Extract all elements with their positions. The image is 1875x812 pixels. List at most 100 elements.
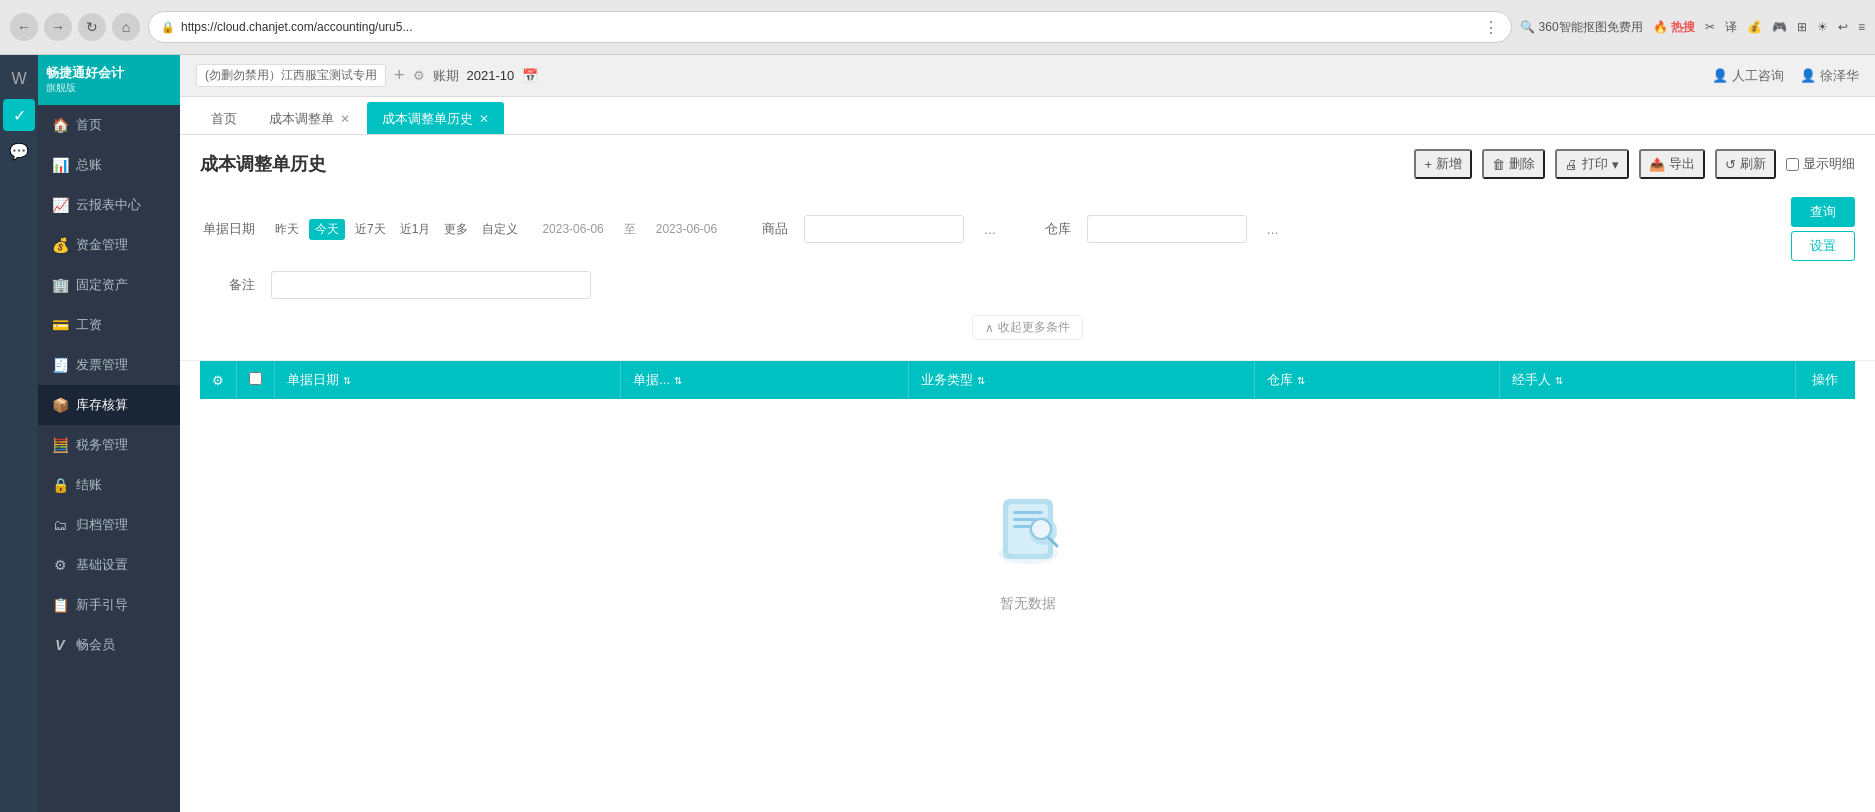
sidebar-item-settings[interactable]: ⚙ 基础设置: [38, 545, 180, 585]
sidebar-item-reports[interactable]: 📈 云报表中心: [38, 185, 180, 225]
show-detail-input[interactable]: [1786, 158, 1799, 171]
date-btn-custom[interactable]: 自定义: [478, 219, 522, 240]
nav-controls: ← → ↻ ⌂: [10, 13, 140, 41]
tab-cost-adjust-label: 成本调整单: [269, 110, 334, 128]
th-operator-label: 经手人: [1512, 371, 1551, 389]
sidebar-item-inventory[interactable]: 📦 库存核算: [38, 385, 180, 425]
sidebar-item-guide[interactable]: 📋 新手引导: [38, 585, 180, 625]
tab-cost-history-close[interactable]: ✕: [479, 112, 489, 126]
sidebar-item-member-label: 畅会员: [76, 636, 115, 654]
goods-filter-input[interactable]: [804, 215, 964, 243]
guide-icon: 📋: [52, 597, 68, 613]
operator-sort-btn[interactable]: 经手人 ⇅: [1512, 371, 1783, 389]
collapse-up-icon: ∧: [985, 321, 994, 335]
address-bar[interactable]: 🔒 https://cloud.chanjet.com/accounting/u…: [148, 11, 1512, 43]
th-number-label: 单据...: [633, 371, 670, 389]
ai-consult-btn[interactable]: 👤 人工咨询: [1712, 67, 1784, 85]
app-logo[interactable]: 畅捷通好会计 旗舰版: [38, 55, 180, 105]
warehouse-more-btn[interactable]: ...: [1263, 221, 1283, 237]
export-button[interactable]: 📤 导出: [1639, 149, 1705, 179]
forward-button[interactable]: →: [44, 13, 72, 41]
th-date-label: 单据日期: [287, 371, 339, 389]
top-bar: (勿删勿禁用）江西服宝测试专用 + ⚙ 账期 2021-10 📅 👤 人工咨询 …: [180, 55, 1875, 97]
settings-gear-icon[interactable]: ⚙: [413, 68, 425, 83]
sidebar-item-fixed[interactable]: 🏢 固定资产: [38, 265, 180, 305]
date-btn-yesterday[interactable]: 昨天: [271, 219, 303, 240]
inventory-icon: 📦: [52, 397, 68, 413]
rotate-tool: ↩: [1838, 20, 1848, 34]
delete-label: 删除: [1509, 155, 1535, 173]
new-icon: +: [1424, 157, 1432, 172]
th-checkbox[interactable]: [237, 361, 275, 399]
goods-filter-label: 商品: [733, 220, 788, 238]
grid-tool: ⊞: [1797, 20, 1807, 34]
delete-button[interactable]: 🗑 删除: [1482, 149, 1545, 179]
calendar-icon[interactable]: 📅: [522, 68, 538, 83]
th-warehouse: 仓库 ⇅: [1254, 361, 1499, 399]
sidebar-item-salary[interactable]: 💳 工资: [38, 305, 180, 345]
th-settings[interactable]: ⚙: [200, 361, 237, 399]
refresh-button[interactable]: ↻: [78, 13, 106, 41]
company-selector[interactable]: (勿删勿禁用）江西服宝测试专用: [196, 64, 386, 87]
sidebar-item-archive[interactable]: 🗂 归档管理: [38, 505, 180, 545]
warehouse-sort-btn[interactable]: 仓库 ⇅: [1267, 371, 1487, 389]
sidebar-item-invoice[interactable]: 🧾 发票管理: [38, 345, 180, 385]
query-button[interactable]: 查询: [1791, 197, 1855, 227]
new-button[interactable]: + 新增: [1414, 149, 1472, 179]
member-icon: V: [52, 637, 68, 653]
sidebar-item-funds[interactable]: 💰 资金管理: [38, 225, 180, 265]
closing-icon: 🔒: [52, 477, 68, 493]
date-shortcuts: 昨天 今天 近7天 近1月 更多 自定义: [271, 219, 522, 240]
home-button[interactable]: ⌂: [112, 13, 140, 41]
rail-item-weibo[interactable]: W: [3, 63, 35, 95]
sidebar-item-inventory-label: 库存核算: [76, 396, 128, 414]
date-btn-1month[interactable]: 近1月: [396, 219, 435, 240]
sidebar-item-ledger[interactable]: 📊 总账: [38, 145, 180, 185]
tab-cost-history[interactable]: 成本调整单历史 ✕: [367, 102, 504, 134]
settings-icon: ⚙: [52, 557, 68, 573]
th-biztype-label: 业务类型: [921, 371, 973, 389]
data-table: ⚙ 单据日期 ⇅: [200, 361, 1855, 399]
remark-filter-input[interactable]: [271, 271, 591, 299]
biztype-sort-btn[interactable]: 业务类型 ⇅: [921, 371, 1242, 389]
collapse-button[interactable]: ∧ 收起更多条件: [972, 315, 1083, 340]
tab-cost-adjust-close[interactable]: ✕: [340, 112, 350, 126]
page-title: 成本调整单历史: [200, 152, 326, 176]
add-company-btn[interactable]: +: [394, 65, 405, 86]
page-actions: + 新增 🗑 删除 🖨 打印 ▾ 📤 导出: [1414, 149, 1855, 179]
print-button[interactable]: 🖨 打印 ▾: [1555, 149, 1629, 179]
date-btn-more[interactable]: 更多: [440, 219, 472, 240]
date-filter-label: 单据日期: [200, 220, 255, 238]
select-all-checkbox[interactable]: [249, 372, 262, 385]
svg-rect-4: [1013, 518, 1037, 521]
user-menu[interactable]: 👤 徐泽华: [1800, 67, 1859, 85]
consult-icon: 👤: [1712, 68, 1728, 83]
remark-filter-label: 备注: [200, 276, 255, 294]
warehouse-filter-input[interactable]: [1087, 215, 1247, 243]
date-sort-btn[interactable]: 单据日期 ⇅: [287, 371, 608, 389]
refresh-button[interactable]: ↺ 刷新: [1715, 149, 1776, 179]
filter-settings-button[interactable]: 设置: [1791, 231, 1855, 261]
date-btn-today[interactable]: 今天: [309, 219, 345, 240]
goods-more-btn[interactable]: ...: [980, 221, 1000, 237]
sidebar-item-home[interactable]: 🏠 首页: [38, 105, 180, 145]
sidebar-item-tax[interactable]: 🧮 税务管理: [38, 425, 180, 465]
tab-cost-adjust[interactable]: 成本调整单 ✕: [254, 102, 365, 134]
tab-home[interactable]: 首页: [196, 102, 252, 134]
page-header: 成本调整单历史 + 新增 🗑 删除 🖨 打印 ▾: [180, 135, 1875, 189]
number-sort-btn[interactable]: 单据... ⇅: [633, 371, 895, 389]
sidebar-item-closing[interactable]: 🔒 结账: [38, 465, 180, 505]
back-button[interactable]: ←: [10, 13, 38, 41]
rail-item-chat[interactable]: 💬: [3, 135, 35, 167]
period-label: 账期: [433, 67, 459, 85]
sidebar-item-member[interactable]: V 畅会员: [38, 625, 180, 665]
collapse-area: ∧ 收起更多条件: [200, 309, 1855, 346]
date-btn-7days[interactable]: 近7天: [351, 219, 390, 240]
export-icon: 📤: [1649, 157, 1665, 172]
rail-item-active[interactable]: ✓: [3, 99, 35, 131]
th-warehouse-label: 仓库: [1267, 371, 1293, 389]
show-detail-label: 显示明细: [1803, 155, 1855, 173]
column-settings-icon[interactable]: ⚙: [212, 373, 224, 388]
empty-text: 暂无数据: [1000, 595, 1056, 613]
show-detail-checkbox[interactable]: 显示明细: [1786, 155, 1855, 173]
